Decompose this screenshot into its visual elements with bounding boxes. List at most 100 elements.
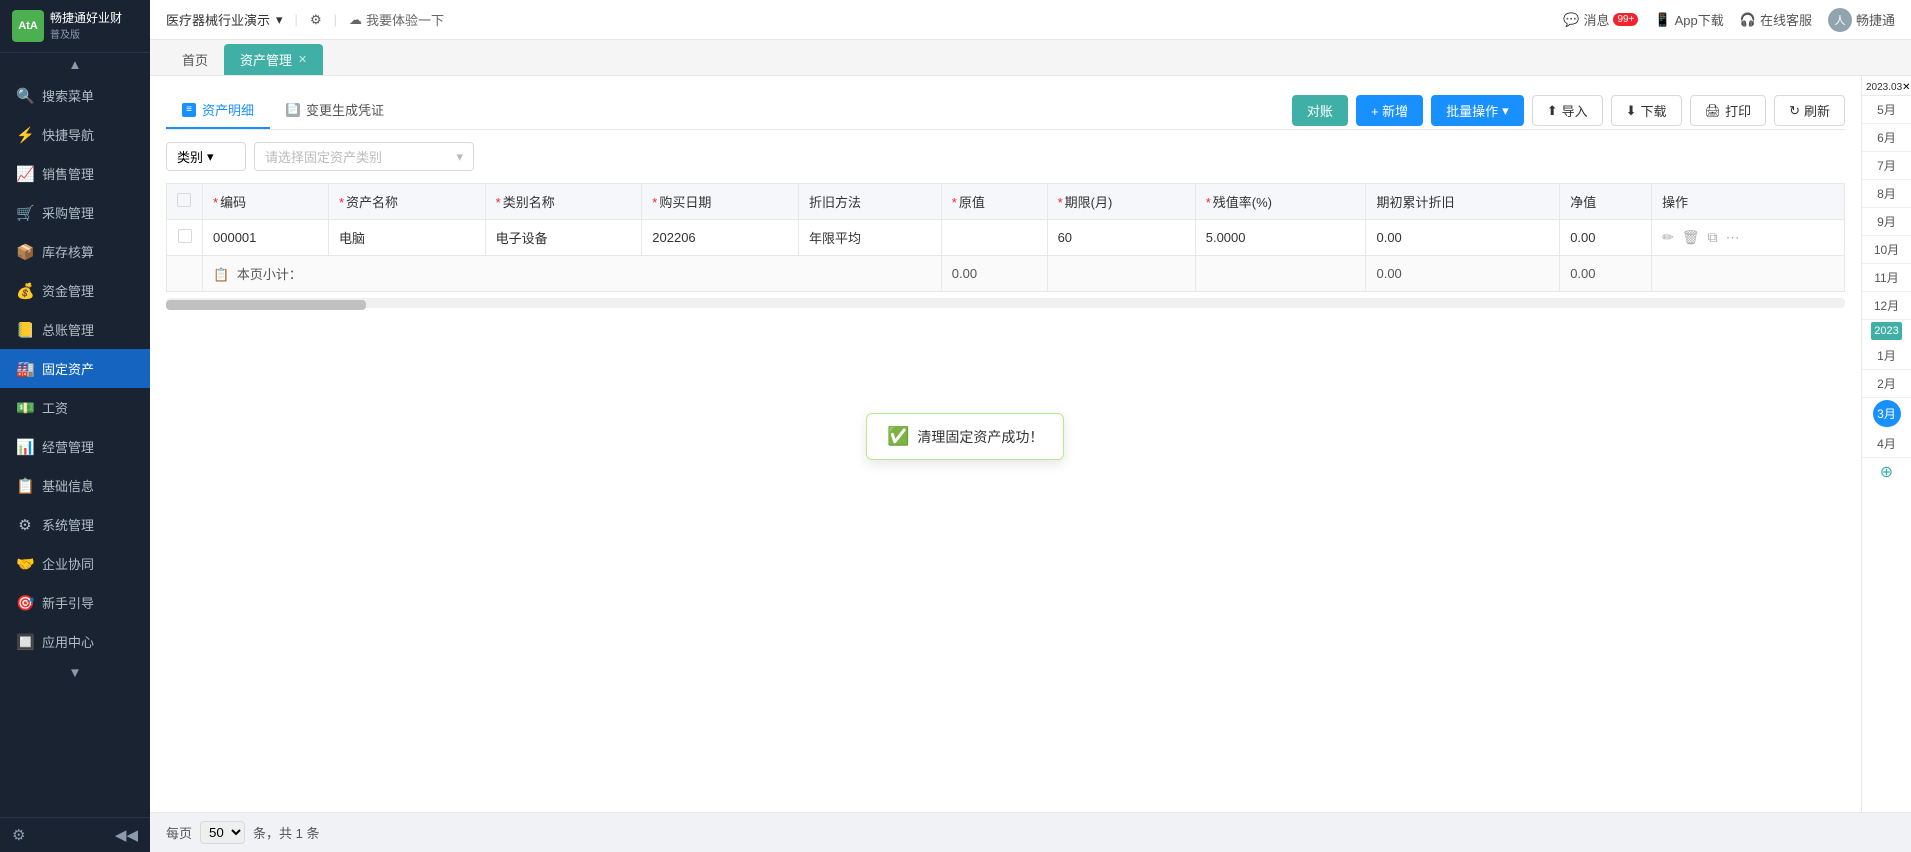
sidebar-item-fixed-assets[interactable]: 🏭 固定资产	[0, 349, 150, 388]
sidebar-item-cooperation[interactable]: 🤝 企业协同	[0, 544, 150, 583]
row-initial-depreciation: 0.00	[1366, 220, 1560, 256]
scroll-down-button[interactable]: ▼	[0, 661, 150, 684]
edit-icon[interactable]: ✏	[1662, 229, 1674, 246]
per-page-select[interactable]: 50	[200, 821, 245, 844]
month-2[interactable]: 2月	[1862, 370, 1911, 398]
close-panel-icon[interactable]: ✕	[1902, 82, 1910, 93]
subtotal-icon: 📋	[213, 267, 229, 282]
sub-tab-asset-detail[interactable]: ≡ 资产明细	[166, 92, 270, 129]
sub-tabs: ≡ 资产明细 📄 变更生成凭证 对账 + 新增 批量操作	[166, 92, 1845, 130]
sidebar-item-app-center[interactable]: 🔲 应用中心	[0, 622, 150, 661]
year-display: 2023.03	[1866, 82, 1902, 93]
pagination: 每页 50 条，共 1 条	[150, 812, 1911, 852]
sidebar-item-label-coop: 企业协同	[42, 554, 94, 573]
month-1[interactable]: 1月	[1862, 342, 1911, 370]
right-panel-header: 2023.03 ✕ ⊡	[1862, 80, 1911, 96]
sidebar-item-label-system: 系统管理	[42, 515, 94, 534]
month-9[interactable]: 9月	[1862, 208, 1911, 236]
batch-dropdown-icon: ▾	[1502, 103, 1509, 119]
collapse-icon[interactable]: ◀◀	[115, 826, 138, 844]
more-icon[interactable]: ⋯	[1726, 229, 1740, 246]
sub-tab-change-voucher[interactable]: 📄 变更生成凭证	[270, 92, 400, 129]
month-6[interactable]: 6月	[1862, 124, 1911, 152]
payroll-icon: 💵	[16, 399, 34, 417]
company-selector[interactable]: 医疗器械行业演示 ▾	[166, 10, 283, 29]
app-sub: 普及版	[50, 26, 122, 41]
month-7[interactable]: 7月	[1862, 152, 1911, 180]
topbar-right: 💬 消息 99+ 📱 App下载 🎧 在线客服 人 畅捷通	[1563, 8, 1895, 32]
app-download-btn[interactable]: 📱 App下载	[1654, 10, 1723, 29]
online-service-btn[interactable]: 🎧 在线客服	[1740, 10, 1812, 29]
horizontal-scrollbar[interactable]	[166, 292, 1845, 314]
sidebar-item-search[interactable]: 🔍 搜索菜单	[0, 76, 150, 115]
row-depreciation-method: 年限平均	[798, 220, 941, 256]
batch-button[interactable]: 批量操作 ▾	[1431, 95, 1524, 126]
user-area[interactable]: 人 畅捷通	[1828, 8, 1895, 32]
row-residual-rate: 5.0000	[1195, 220, 1366, 256]
row-checkbox[interactable]	[178, 229, 192, 243]
sidebar: AtA 畅捷通好业财 普及版 ▲ 🔍 搜索菜单 ⚡ 快捷导航 📈 销售管理 🛒 …	[0, 0, 150, 852]
print-button[interactable]: 🖨 打印	[1690, 95, 1767, 126]
delete-icon[interactable]: 🗑	[1682, 229, 1700, 246]
table-container: *编码 *资产名称 *类别名称 *购买日期 折旧方法 *原值 *期限(月) *残…	[166, 183, 1845, 292]
sidebar-item-ops[interactable]: 📊 经营管理	[0, 427, 150, 466]
month-11[interactable]: 11月	[1862, 264, 1911, 292]
category-input[interactable]: 请选择固定资产类别 ▾	[254, 142, 474, 171]
sidebar-item-inventory[interactable]: 📦 库存核算	[0, 232, 150, 271]
sidebar-item-label-ops: 经营管理	[42, 437, 94, 456]
sidebar-logo: AtA 畅捷通好业财 普及版	[0, 0, 150, 53]
select-all-checkbox[interactable]	[177, 193, 191, 207]
input-dropdown-icon: ▾	[456, 149, 463, 165]
download-label: 下载	[1641, 101, 1667, 120]
category-label: 类别	[177, 147, 203, 166]
th-period: *期限(月)	[1047, 184, 1195, 220]
sidebar-nav: ▲ 🔍 搜索菜单 ⚡ 快捷导航 📈 销售管理 🛒 采购管理 📦 库存核算 💰 资…	[0, 53, 150, 817]
month-3-active[interactable]: 3月	[1873, 400, 1901, 428]
tab-home[interactable]: 首页	[166, 44, 224, 75]
sidebar-item-basic-info[interactable]: 📋 基础信息	[0, 466, 150, 505]
download-button[interactable]: ⬇ 下载	[1611, 95, 1682, 126]
sidebar-item-payroll[interactable]: 💵 工资	[0, 388, 150, 427]
toast-message: 清理固定资产成功！	[917, 427, 1043, 447]
sidebar-item-guide[interactable]: 🎯 新手引导	[0, 583, 150, 622]
new-label: + 新增	[1371, 101, 1408, 120]
copy-icon[interactable]: ⧉	[1708, 229, 1718, 246]
month-4[interactable]: 4月	[1862, 430, 1911, 458]
avatar: 人	[1828, 8, 1852, 32]
sidebar-item-purchase[interactable]: 🛒 采购管理	[0, 193, 150, 232]
month-3-wrapper: 3月	[1873, 398, 1901, 430]
category-select[interactable]: 类别 ▾	[166, 142, 246, 171]
sidebar-item-system[interactable]: ⚙ 系统管理	[0, 505, 150, 544]
scroll-down-circle-icon[interactable]: ⊕	[1880, 462, 1893, 482]
assets-table: *编码 *资产名称 *类别名称 *购买日期 折旧方法 *原值 *期限(月) *残…	[166, 183, 1845, 292]
experience-btn[interactable]: ☁ 我要体验一下	[349, 10, 444, 29]
refresh-button[interactable]: ↻ 刷新	[1774, 95, 1845, 126]
success-toast: ✅ 清理固定资产成功！	[866, 413, 1064, 460]
month-8[interactable]: 8月	[1862, 180, 1911, 208]
row-net-value: 0.00	[1560, 220, 1652, 256]
filter-bar: 类别 ▾ 请选择固定资产类别 ▾	[166, 142, 1845, 171]
import-button[interactable]: ⬆ 导入	[1532, 95, 1603, 126]
th-name: *资产名称	[328, 184, 485, 220]
sidebar-item-sales[interactable]: 📈 销售管理	[0, 154, 150, 193]
month-5[interactable]: 5月	[1862, 96, 1911, 124]
settings-gear[interactable]: ⚙	[310, 12, 322, 28]
ledger-icon: 📒	[16, 321, 34, 339]
sidebar-item-quick-nav[interactable]: ⚡ 快捷导航	[0, 115, 150, 154]
app-download-label: App下载	[1675, 10, 1724, 29]
subtotal-period	[1047, 256, 1195, 292]
sidebar-item-finance[interactable]: 💰 资金管理	[0, 271, 150, 310]
reconcile-button[interactable]: 对账	[1292, 95, 1348, 126]
message-btn[interactable]: 💬 消息 99+	[1563, 10, 1638, 29]
new-button[interactable]: + 新增	[1356, 95, 1423, 126]
scroll-up-button[interactable]: ▲	[0, 53, 150, 76]
row-code: 000001	[203, 220, 329, 256]
month-12[interactable]: 12月	[1862, 292, 1911, 320]
tab-asset-mgmt[interactable]: 资产管理 ✕	[224, 44, 323, 75]
scrollbar-thumb[interactable]	[166, 300, 366, 310]
tab-close-icon[interactable]: ✕	[298, 53, 307, 66]
settings-icon[interactable]: ⚙	[12, 826, 25, 844]
content-area: ≡ 资产明细 📄 变更生成凭证 对账 + 新增 批量操作	[150, 76, 1911, 812]
month-10[interactable]: 10月	[1862, 236, 1911, 264]
sidebar-item-ledger[interactable]: 📒 总账管理	[0, 310, 150, 349]
